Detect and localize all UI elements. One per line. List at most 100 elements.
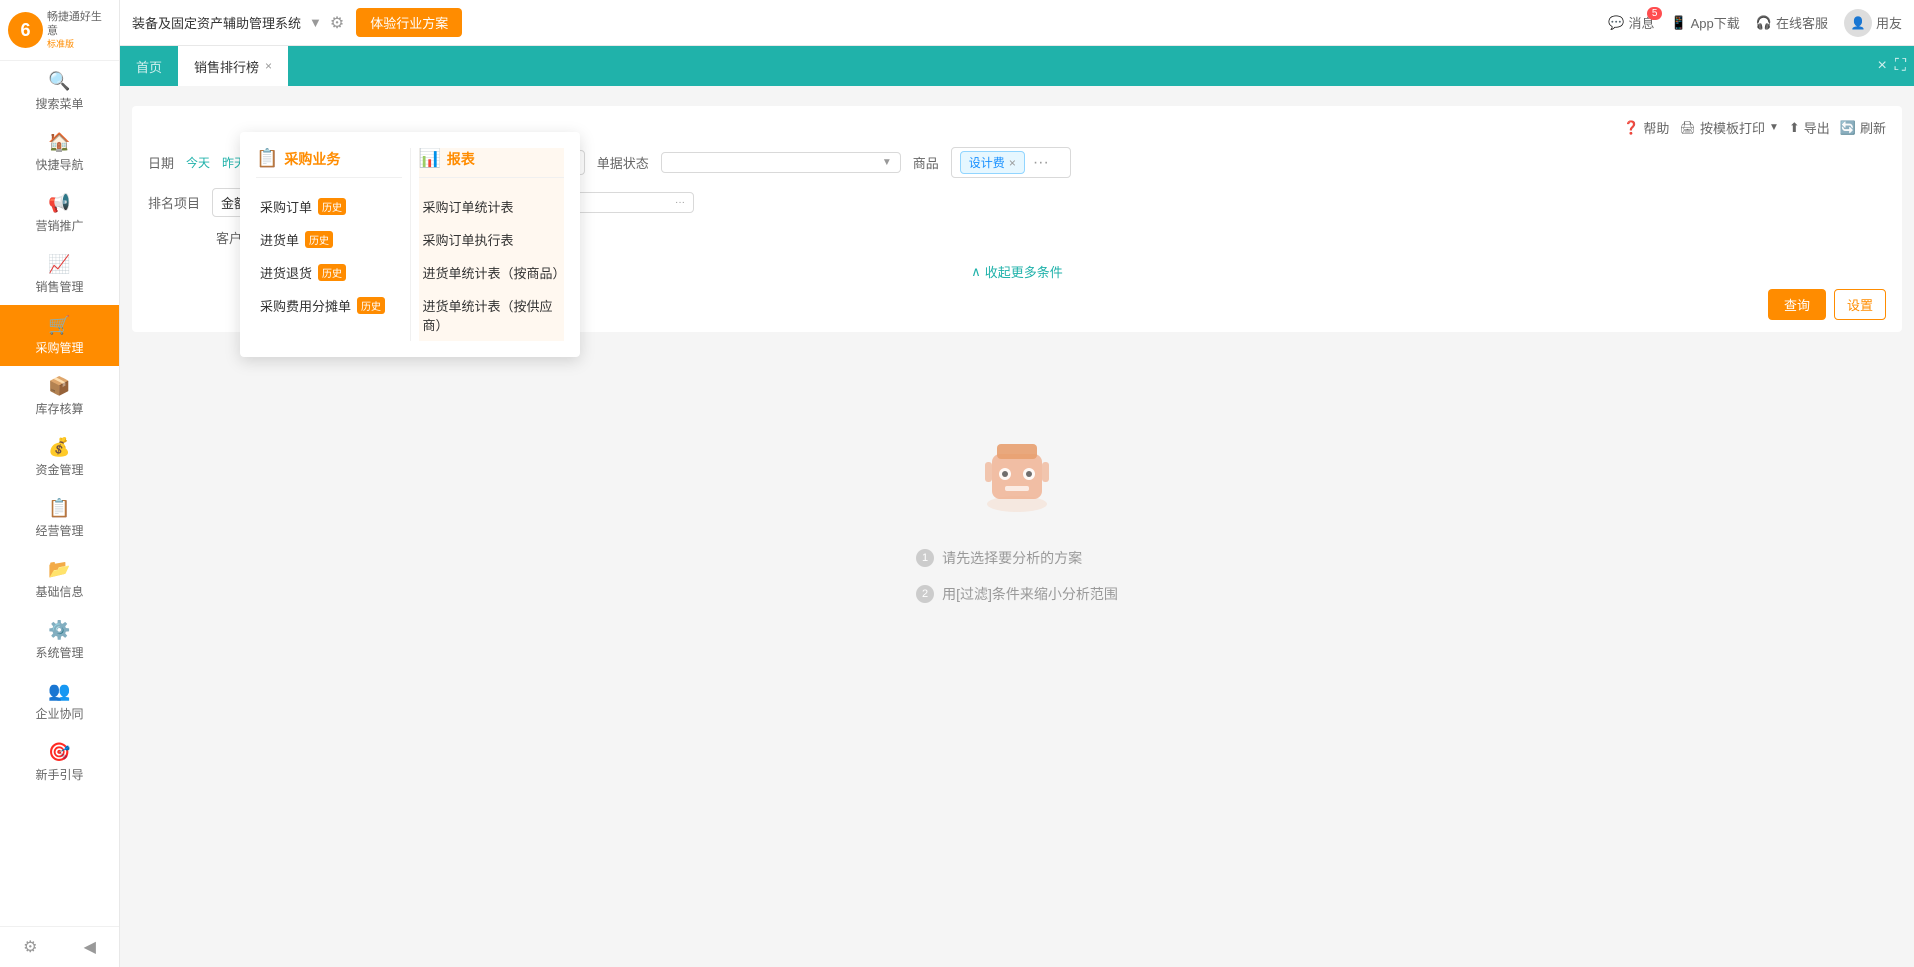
sidebar-item-system[interactable]: ⚙️ 系统管理 bbox=[0, 610, 119, 671]
query-button[interactable]: 查询 bbox=[1768, 289, 1826, 320]
topbar-dropdown-arrow[interactable]: ▼ bbox=[309, 15, 322, 30]
sidebar-item-operations[interactable]: 📋 经营管理 bbox=[0, 488, 119, 549]
system-icon: ⚙️ bbox=[48, 620, 70, 641]
dropdown-item-purchase-order[interactable]: 采购订单 历史 bbox=[256, 190, 402, 223]
dropdown-item-purchase-order-stat[interactable]: 采购订单统计表 bbox=[419, 190, 565, 223]
dropdown-columns: 📋 采购业务 采购订单 历史 进货单 历史 进货退货 bbox=[256, 148, 564, 341]
sidebar-item-finance[interactable]: 💰 资金管理 bbox=[0, 427, 119, 488]
refresh-icon: 🔄 bbox=[1840, 120, 1856, 136]
tab-close-icon[interactable]: × bbox=[265, 59, 272, 73]
goods-filter-input[interactable]: 设计费 × ··· bbox=[951, 147, 1071, 178]
dropdown-divider bbox=[410, 148, 411, 341]
sales-icon: 📈 bbox=[48, 254, 70, 275]
online-service-btn[interactable]: 🎧 在线客服 bbox=[1756, 13, 1828, 32]
message-btn[interactable]: 💬 消息 5 bbox=[1608, 13, 1654, 32]
sidebar-footer: ⚙ ◀ bbox=[0, 926, 119, 967]
dropdown-col-purchase-header: 📋 采购业务 bbox=[256, 148, 402, 178]
settings-button[interactable]: 设置 bbox=[1834, 289, 1886, 320]
dropdown-item-purchase-order-exec[interactable]: 采购订单执行表 bbox=[419, 223, 565, 256]
tabbar-expand-btn[interactable]: ⛶ bbox=[1895, 57, 1906, 75]
logo-text: 畅捷通好生意 标准版 bbox=[47, 10, 111, 50]
goods-tag: 设计费 × bbox=[960, 151, 1025, 174]
empty-tip-1: 1 请先选择要分析的方案 bbox=[916, 544, 1118, 572]
dropdown-menu: 📋 采购业务 采购订单 历史 进货单 历史 进货退货 bbox=[240, 132, 580, 357]
avatar: 👤 bbox=[1844, 9, 1872, 37]
sidebar-item-basic-info[interactable]: 📂 基础信息 bbox=[0, 549, 119, 610]
page-content: 📋 采购业务 采购订单 历史 进货单 历史 进货退货 bbox=[120, 86, 1914, 967]
sidebar-item-guide[interactable]: 🎯 新手引导 bbox=[0, 732, 119, 793]
date-filter-label: 日期 bbox=[148, 153, 174, 172]
goods-filter-dots[interactable]: ··· bbox=[1033, 154, 1049, 172]
dropdown-item-stock-stat-goods[interactable]: 进货单统计表（按商品） bbox=[419, 256, 565, 289]
dropdown-item-purchase-cost[interactable]: 采购费用分摊单 历史 bbox=[256, 289, 402, 322]
empty-state: 1 请先选择要分析的方案 2 用[过滤]条件来缩小分析范围 bbox=[132, 344, 1902, 688]
purchase-icon: 🛒 bbox=[48, 315, 70, 336]
sidebar-item-sales[interactable]: 📈 销售管理 bbox=[0, 244, 119, 305]
filter-date-today[interactable]: 今天 bbox=[186, 154, 210, 171]
dropdown-item-stock-stat-supplier[interactable]: 进货单统计表（按供应商） bbox=[419, 289, 565, 341]
marketing-icon: 📢 bbox=[48, 193, 70, 214]
app-download-btn[interactable]: 📱 App下载 bbox=[1670, 13, 1739, 32]
print-template-btn[interactable]: 🖨 按模板打印 ▼ bbox=[1679, 118, 1778, 137]
logo-area: 6 畅捷通好生意 标准版 bbox=[0, 0, 119, 61]
help-icon: ❓ bbox=[1623, 120, 1639, 136]
tab-home[interactable]: 首页 bbox=[120, 46, 178, 86]
tabbar: 首页 销售排行榜 × × ⛶ bbox=[120, 46, 1914, 86]
logo-icon: 6 bbox=[8, 12, 43, 48]
search-icon: 🔍 bbox=[48, 71, 70, 92]
print-icon: 🖨 bbox=[1679, 120, 1696, 136]
tabbar-actions: × ⛶ bbox=[1877, 57, 1914, 75]
sidebar-item-inventory[interactable]: 📦 库存核算 bbox=[0, 366, 119, 427]
sidebar-item-marketing[interactable]: 📢 营销推广 bbox=[0, 183, 119, 244]
basic-info-icon: 📂 bbox=[48, 559, 70, 580]
tabbar-close-btn[interactable]: × bbox=[1877, 57, 1886, 75]
report-col-icon: 📊 bbox=[419, 148, 441, 169]
dropdown-col-report: 📊 报表 采购订单统计表 采购订单执行表 进货单统计表（按商品） bbox=[419, 148, 565, 341]
user-menu[interactable]: 👤 用友 bbox=[1844, 9, 1902, 37]
empty-illustration bbox=[967, 424, 1067, 524]
goods-filter-label: 商品 bbox=[913, 153, 939, 172]
dropdown-col-purchase: 📋 采购业务 采购订单 历史 进货单 历史 进货退货 bbox=[256, 148, 402, 341]
collab-icon: 👥 bbox=[48, 681, 70, 702]
doc-status-arrow: ▼ bbox=[882, 157, 892, 168]
sidebar-item-purchase[interactable]: 🛒 采购管理 bbox=[0, 305, 119, 366]
dropdown-item-stock-in[interactable]: 进货单 历史 bbox=[256, 223, 402, 256]
phone-icon: 📱 bbox=[1670, 15, 1686, 31]
topbar-right: 💬 消息 5 📱 App下载 🎧 在线客服 👤 用友 bbox=[1608, 9, 1902, 37]
goods-tag-close[interactable]: × bbox=[1009, 156, 1016, 170]
sidebar-item-quick-nav[interactable]: 🏠 快捷导航 bbox=[0, 122, 119, 183]
doc-status-select[interactable]: ▼ bbox=[661, 152, 901, 173]
doc-status-label: 单据状态 bbox=[597, 153, 649, 172]
sidebar-item-search[interactable]: 🔍 搜索菜单 bbox=[0, 61, 119, 122]
export-btn[interactable]: ⬆ 导出 bbox=[1789, 118, 1830, 137]
dropdown-col-report-header: 📊 报表 bbox=[419, 148, 565, 178]
finance-icon: 💰 bbox=[48, 437, 70, 458]
sidebar-collapse-btn[interactable]: ◀ bbox=[84, 937, 96, 957]
empty-robot-svg bbox=[967, 424, 1067, 524]
tab-sales-ranking[interactable]: 销售排行榜 × bbox=[178, 46, 288, 86]
topbar-settings-icon[interactable]: ⚙ bbox=[330, 13, 344, 33]
salesperson-arrow: ··· bbox=[675, 197, 685, 208]
sidebar-settings-btn[interactable]: ⚙ bbox=[23, 937, 37, 957]
message-icon: 💬 bbox=[1608, 15, 1624, 31]
solution-button[interactable]: 体验行业方案 bbox=[356, 8, 462, 37]
main-content: 装备及固定资产辅助管理系统 ▼ ⚙ 体验行业方案 💬 消息 5 📱 App下载 … bbox=[120, 0, 1914, 967]
collapse-icon: ∧ bbox=[971, 264, 981, 280]
headset-icon: 🎧 bbox=[1756, 15, 1772, 31]
refresh-btn[interactable]: 🔄 刷新 bbox=[1840, 118, 1886, 137]
sidebar-nav: 🔍 搜索菜单 🏠 快捷导航 📢 营销推广 📈 销售管理 🛒 采购管理 📦 bbox=[0, 61, 119, 926]
purchase-col-icon: 📋 bbox=[256, 148, 278, 169]
export-icon: ⬆ bbox=[1789, 120, 1800, 136]
guide-icon: 🎯 bbox=[48, 742, 70, 763]
collapse-btn[interactable]: ∧ 收起更多条件 bbox=[971, 262, 1063, 281]
sidebar-item-collab[interactable]: 👥 企业协同 bbox=[0, 671, 119, 732]
dropdown-item-stock-return[interactable]: 进货退货 历史 bbox=[256, 256, 402, 289]
print-arrow-icon: ▼ bbox=[1769, 122, 1779, 133]
help-btn[interactable]: ❓ 帮助 bbox=[1623, 118, 1669, 137]
empty-tip-2: 2 用[过滤]条件来缩小分析范围 bbox=[916, 580, 1118, 608]
customer-label: 客户 bbox=[216, 228, 242, 247]
inventory-icon: 📦 bbox=[48, 376, 70, 397]
empty-text: 1 请先选择要分析的方案 2 用[过滤]条件来缩小分析范围 bbox=[916, 544, 1118, 608]
rank-label: 排名项目 bbox=[148, 193, 200, 212]
topbar: 装备及固定资产辅助管理系统 ▼ ⚙ 体验行业方案 💬 消息 5 📱 App下载 … bbox=[120, 0, 1914, 46]
